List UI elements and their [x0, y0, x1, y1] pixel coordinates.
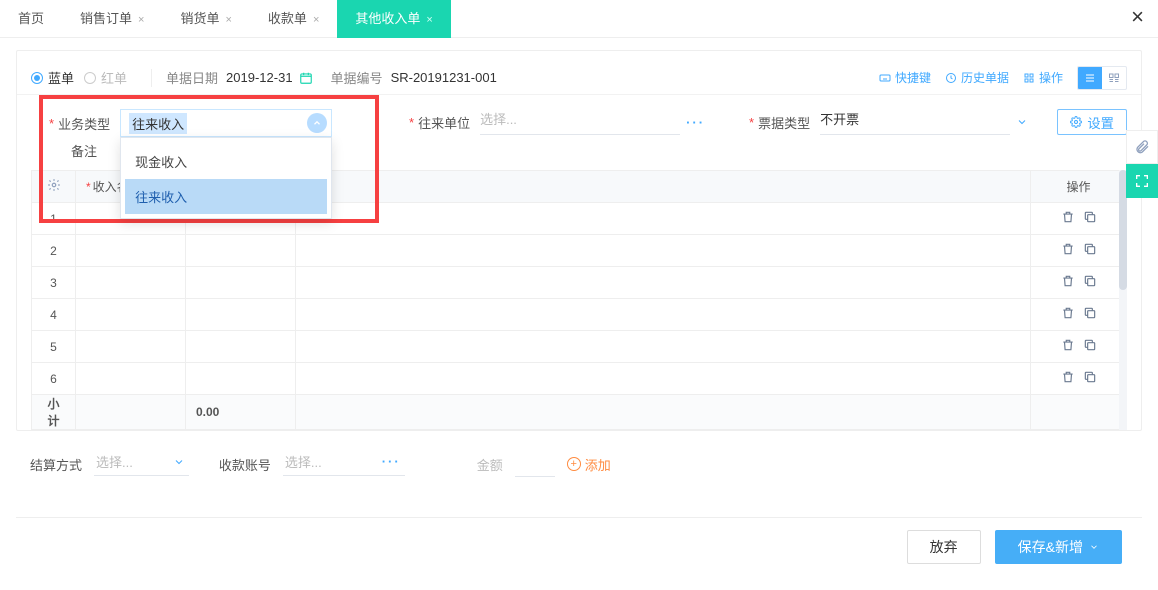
- table-scrollbar[interactable]: [1119, 170, 1127, 430]
- copy-row-icon[interactable]: [1083, 338, 1097, 352]
- chevron-down-icon[interactable]: [1016, 116, 1028, 128]
- subtotal-amount: 0.00: [186, 395, 296, 430]
- gear-icon: [1070, 116, 1082, 128]
- save-new-button[interactable]: 保存&新增: [995, 530, 1122, 564]
- settlement-row: 结算方式 选择... 收款账号 选择... ··· 金额 +添加: [16, 431, 1142, 517]
- form-row: *业务类型 往来收入 现金收入 往来收入 *往来单位 选择... ··· *票据…: [17, 95, 1141, 141]
- tab-receipt[interactable]: 收款单×: [250, 0, 337, 38]
- corp-more-icon[interactable]: ···: [686, 115, 705, 130]
- chevron-down-icon: [1089, 542, 1099, 552]
- radio-blue[interactable]: 蓝单: [31, 68, 74, 87]
- option-contact[interactable]: 往来收入: [125, 179, 327, 214]
- paperclip-icon: [1134, 139, 1150, 155]
- fullscreen-button[interactable]: [1126, 164, 1158, 198]
- chevron-down-icon: [173, 456, 185, 468]
- tab-delivery[interactable]: 销货单×: [162, 0, 249, 38]
- biz-type-label: 业务类型: [58, 114, 110, 133]
- card-view-button[interactable]: [1102, 67, 1126, 89]
- list-view-button[interactable]: [1078, 67, 1102, 89]
- account-label: 收款账号: [219, 455, 271, 474]
- invoice-select[interactable]: 不开票: [820, 109, 1010, 135]
- corp-label: 往来单位: [418, 113, 470, 132]
- table-row[interactable]: 6: [32, 363, 1127, 395]
- side-rail: [1126, 130, 1158, 198]
- keyboard-icon: [879, 72, 891, 84]
- close-icon[interactable]: ×: [138, 14, 144, 26]
- table-row[interactable]: 5: [32, 331, 1127, 363]
- method-select[interactable]: 选择...: [94, 452, 189, 476]
- close-icon[interactable]: ×: [313, 14, 319, 26]
- calendar-icon[interactable]: [299, 71, 313, 85]
- close-icon[interactable]: ×: [426, 14, 432, 26]
- copy-row-icon[interactable]: [1083, 274, 1097, 288]
- window-close-icon[interactable]: ×: [1131, 6, 1144, 28]
- date-value[interactable]: 2019-12-31: [226, 70, 293, 85]
- biz-type-select[interactable]: 往来收入 现金收入 往来收入: [120, 109, 332, 137]
- account-select[interactable]: 选择... ···: [283, 452, 405, 476]
- history-link[interactable]: 历史单据: [945, 69, 1009, 86]
- footer-bar: 放弃 保存&新增: [16, 517, 1142, 575]
- settings-button[interactable]: 设置: [1057, 109, 1127, 135]
- table-row[interactable]: 4: [32, 299, 1127, 331]
- copy-row-icon[interactable]: [1083, 242, 1097, 256]
- add-button[interactable]: +添加: [567, 455, 611, 474]
- tab-sales-order[interactable]: 销售订单×: [62, 0, 162, 38]
- sn-label: 单据编号: [331, 68, 383, 87]
- col-index: [32, 171, 76, 203]
- subtotal-label: 小计: [32, 395, 76, 430]
- grid-icon: [1023, 72, 1035, 84]
- note-label: 备注: [71, 141, 97, 160]
- attachment-button[interactable]: [1126, 130, 1158, 164]
- delete-row-icon[interactable]: [1061, 370, 1075, 384]
- view-toggle: [1077, 66, 1127, 90]
- corp-input[interactable]: 选择...: [480, 109, 680, 135]
- invoice-label: 票据类型: [758, 113, 810, 132]
- col-op: 操作: [1031, 171, 1127, 203]
- delete-row-icon[interactable]: [1061, 210, 1075, 224]
- tab-bar: 首页 销售订单× 销货单× 收款单× 其他收入单× ×: [0, 0, 1158, 38]
- biz-type-dropdown: 现金收入 往来收入: [120, 137, 332, 219]
- col-note: 备注: [296, 171, 1031, 203]
- method-label: 结算方式: [30, 455, 82, 474]
- delete-row-icon[interactable]: [1061, 306, 1075, 320]
- discard-button[interactable]: 放弃: [907, 530, 981, 564]
- delete-row-icon[interactable]: [1061, 338, 1075, 352]
- radio-red[interactable]: 红单: [84, 68, 127, 87]
- close-icon[interactable]: ×: [225, 14, 231, 26]
- copy-row-icon[interactable]: [1083, 210, 1097, 224]
- sn-value: SR-20191231-001: [391, 70, 497, 85]
- option-cash[interactable]: 现金收入: [125, 144, 327, 179]
- copy-row-icon[interactable]: [1083, 370, 1097, 384]
- expand-icon: [1134, 173, 1150, 189]
- copy-row-icon[interactable]: [1083, 306, 1097, 320]
- history-icon: [945, 72, 957, 84]
- chevron-up-icon[interactable]: [307, 113, 327, 133]
- table-row[interactable]: 2: [32, 235, 1127, 267]
- tab-home[interactable]: 首页: [0, 0, 62, 38]
- doc-header: 蓝单 红单 单据日期 2019-12-31 单据编号 SR-20191231-0…: [17, 61, 1141, 95]
- table-row[interactable]: 3: [32, 267, 1127, 299]
- more-icon[interactable]: ···: [382, 454, 401, 469]
- gear-icon[interactable]: [47, 178, 61, 192]
- amount-label: 金额: [477, 455, 503, 474]
- tab-other-income[interactable]: 其他收入单×: [337, 0, 450, 38]
- delete-row-icon[interactable]: [1061, 242, 1075, 256]
- shortcut-link[interactable]: 快捷键: [879, 69, 931, 86]
- date-label: 单据日期: [166, 68, 218, 87]
- operate-link[interactable]: 操作: [1023, 69, 1063, 86]
- delete-row-icon[interactable]: [1061, 274, 1075, 288]
